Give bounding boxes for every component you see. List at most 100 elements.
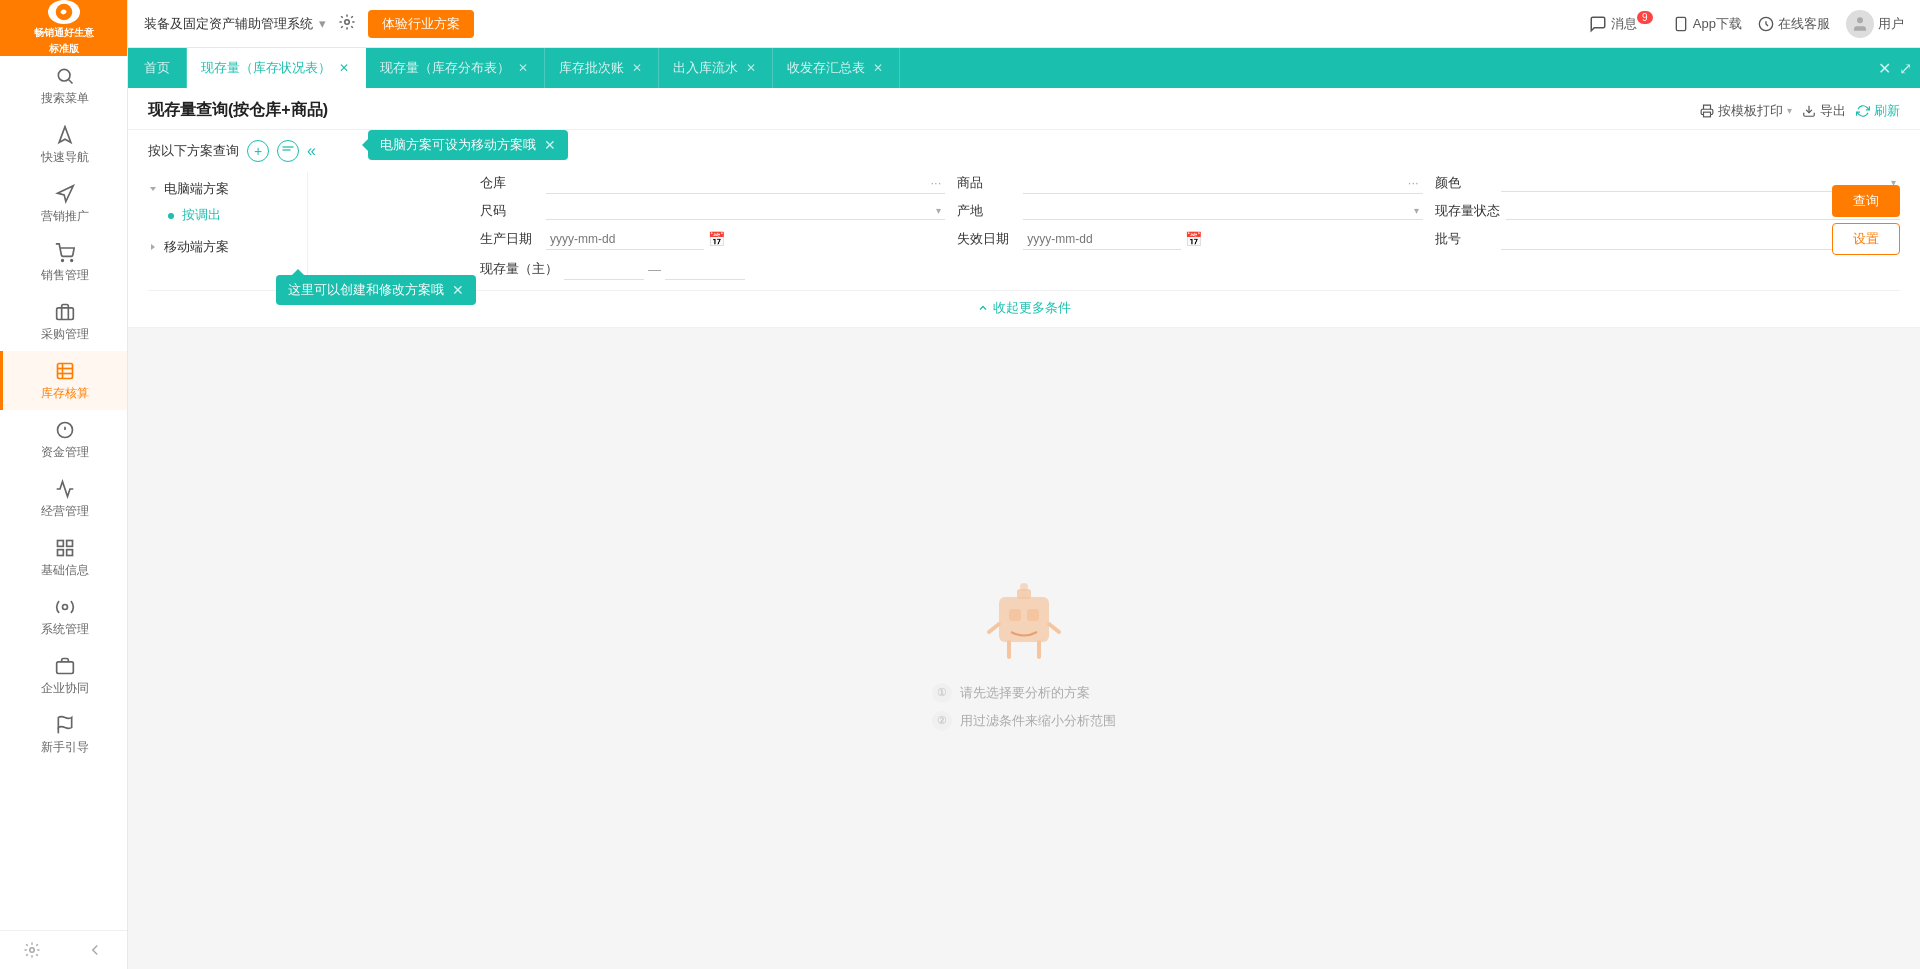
export-button[interactable]: 导出 — [1802, 102, 1846, 120]
tooltip-pc-close[interactable]: ✕ — [544, 137, 556, 153]
collapse-button[interactable] — [86, 941, 104, 959]
tab-close-icon[interactable]: ✕ — [744, 61, 758, 75]
expire-date-range: 📅 — [1023, 229, 1202, 250]
tooltip-create-close[interactable]: ✕ — [452, 282, 464, 298]
produce-date-start[interactable] — [546, 229, 704, 250]
goods-dropdown[interactable]: ··· — [1023, 172, 1422, 194]
warehouse-dropdown[interactable]: ··· — [546, 172, 945, 194]
svg-rect-15 — [67, 541, 73, 547]
svg-rect-16 — [58, 550, 64, 556]
filter-switch-button[interactable] — [277, 140, 299, 162]
reset-button[interactable]: 设置 — [1832, 223, 1900, 255]
warehouse-ellipsis[interactable]: ··· — [930, 175, 941, 190]
sidebar-item-purchase[interactable]: 采购管理 — [0, 292, 127, 351]
stock-qty-start[interactable] — [564, 258, 644, 280]
sidebar-item-enterprise[interactable]: 企业协同 — [0, 646, 127, 705]
template-print-button[interactable]: 按模板打印 ▾ — [1700, 102, 1792, 120]
tab-inventory-status[interactable]: 现存量（库存状况表） ✕ — [187, 48, 366, 88]
svg-point-5 — [71, 260, 73, 262]
search-button[interactable]: 查询 — [1832, 185, 1900, 217]
svg-marker-29 — [150, 187, 156, 191]
expire-date-start[interactable] — [1023, 229, 1181, 250]
scheme-group-pc: 电脑端方案 按调出 — [148, 176, 307, 228]
main-area: 装备及固定资产辅助管理系统 ▾ 体验行业方案 消息 9 App下载 在线客服 — [128, 0, 1920, 969]
step-num-2: ② — [932, 711, 952, 731]
sidebar-item-guide[interactable]: 新手引导 — [0, 705, 127, 764]
filter-field-stock-status: 现存量状态 ▾ — [1435, 202, 1900, 220]
expire-date-calendar-icon[interactable]: 📅 — [1185, 231, 1202, 247]
template-print-label: 按模板打印 — [1718, 102, 1783, 120]
svg-point-26 — [1857, 17, 1863, 23]
export-label: 导出 — [1820, 102, 1846, 120]
filter-row-4: 现存量（主） — — [480, 258, 1900, 280]
sidebar-item-quick[interactable]: 快速导航 — [0, 115, 127, 174]
tab-batch-account[interactable]: 库存批次账 ✕ — [545, 48, 659, 88]
produce-date-calendar-icon[interactable]: 📅 — [708, 231, 725, 247]
svg-marker-30 — [151, 244, 155, 250]
tooltip-create-scheme: 这里可以创建和修改方案哦 ✕ — [276, 275, 476, 305]
message-button[interactable]: 消息 9 — [1589, 15, 1657, 33]
tab-close-icon[interactable]: ✕ — [337, 61, 351, 75]
online-support-label: 在线客服 — [1778, 15, 1830, 33]
batch-no-label: 批号 — [1435, 230, 1495, 248]
tab-close-icon[interactable]: ✕ — [871, 61, 885, 75]
sidebar-item-label: 新手引导 — [41, 739, 89, 756]
system-dropdown-icon[interactable]: ▾ — [319, 16, 326, 31]
sidebar-item-finance[interactable]: 资金管理 — [0, 410, 127, 469]
topbar-settings-icon[interactable] — [338, 13, 356, 34]
sidebar-item-system[interactable]: 系统管理 — [0, 587, 127, 646]
sidebar-item-sales[interactable]: 销售管理 — [0, 233, 127, 292]
sidebar: 畅销通好生意 标准版 搜索菜单 快速导航 营销推广 销售管理 采购管理 库存核算… — [0, 0, 128, 969]
tab-label: 现存量（库存分布表） — [380, 59, 510, 77]
tab-close-icon[interactable]: ✕ — [630, 61, 644, 75]
scheme-item-adjust[interactable]: 按调出 — [148, 202, 307, 228]
user-menu[interactable]: 用户 — [1846, 10, 1904, 38]
sidebar-logo-sub: 标准版 — [49, 42, 79, 56]
tab-fullscreen-button[interactable]: ⤢ — [1899, 59, 1912, 78]
scheme-group-mobile-header[interactable]: 移动端方案 — [148, 234, 307, 260]
goods-ellipsis[interactable]: ··· — [1408, 175, 1419, 190]
size-dropdown[interactable]: ▾ — [546, 202, 945, 220]
tab-home[interactable]: 首页 — [128, 48, 187, 88]
filter-back-button[interactable]: « — [307, 142, 316, 160]
empty-step-1: ① 请先选择要分析的方案 — [932, 683, 1116, 703]
settings-button[interactable] — [23, 941, 41, 959]
size-chevron-icon: ▾ — [936, 205, 941, 216]
filter-field-origin: 产地 ▾ — [957, 202, 1422, 220]
tab-recv-summary[interactable]: 收发存汇总表 ✕ — [773, 48, 900, 88]
user-avatar — [1846, 10, 1874, 38]
tab-inventory-dist[interactable]: 现存量（库存分布表） ✕ — [366, 48, 545, 88]
page-header: 现存量查询(按仓库+商品) 按模板打印 ▾ 导出 刷新 — [128, 88, 1920, 130]
online-support-button[interactable]: 在线客服 — [1758, 15, 1830, 33]
scheme-group-pc-header[interactable]: 电脑端方案 — [148, 176, 307, 202]
sidebar-item-label: 基础信息 — [41, 562, 89, 579]
topbar-right: 消息 9 App下载 在线客服 用户 — [1589, 10, 1904, 38]
sidebar-item-search[interactable]: 搜索菜单 — [0, 56, 127, 115]
svg-rect-19 — [57, 662, 74, 674]
tooltip-create-text: 这里可以创建和修改方案哦 — [288, 281, 444, 299]
system-selector[interactable]: 装备及固定资产辅助管理系统 ▾ — [144, 15, 326, 33]
filter-field-batch-no: 批号 — [1435, 228, 1900, 250]
print-chevron[interactable]: ▾ — [1787, 105, 1792, 116]
svg-rect-6 — [57, 308, 74, 320]
sidebar-item-basic[interactable]: 基础信息 — [0, 528, 127, 587]
stock-qty-end[interactable] — [665, 258, 745, 280]
filter-add-button[interactable]: + — [247, 140, 269, 162]
sidebar-item-label: 企业协同 — [41, 680, 89, 697]
empty-state: ① 请先选择要分析的方案 ② 用过滤条件来缩小分析范围 — [128, 328, 1920, 969]
tab-close-all-button[interactable]: ✕ — [1878, 59, 1891, 78]
empty-step-2: ② 用过滤条件来缩小分析范围 — [932, 711, 1116, 731]
sidebar-item-marketing[interactable]: 营销推广 — [0, 174, 127, 233]
collapse-button[interactable]: 收起更多条件 — [977, 299, 1071, 317]
svg-rect-27 — [1704, 112, 1711, 117]
app-download-button[interactable]: App下载 — [1673, 15, 1742, 33]
sidebar-item-inventory[interactable]: 库存核算 — [0, 351, 127, 410]
refresh-button[interactable]: 刷新 — [1856, 102, 1900, 120]
tab-close-icon[interactable]: ✕ — [516, 61, 530, 75]
sidebar-item-label: 经营管理 — [41, 503, 89, 520]
svg-point-18 — [63, 605, 68, 610]
tab-in-out-flow[interactable]: 出入库流水 ✕ — [659, 48, 773, 88]
trial-button[interactable]: 体验行业方案 — [368, 10, 474, 38]
sidebar-item-operation[interactable]: 经营管理 — [0, 469, 127, 528]
origin-dropdown[interactable]: ▾ — [1023, 202, 1422, 220]
